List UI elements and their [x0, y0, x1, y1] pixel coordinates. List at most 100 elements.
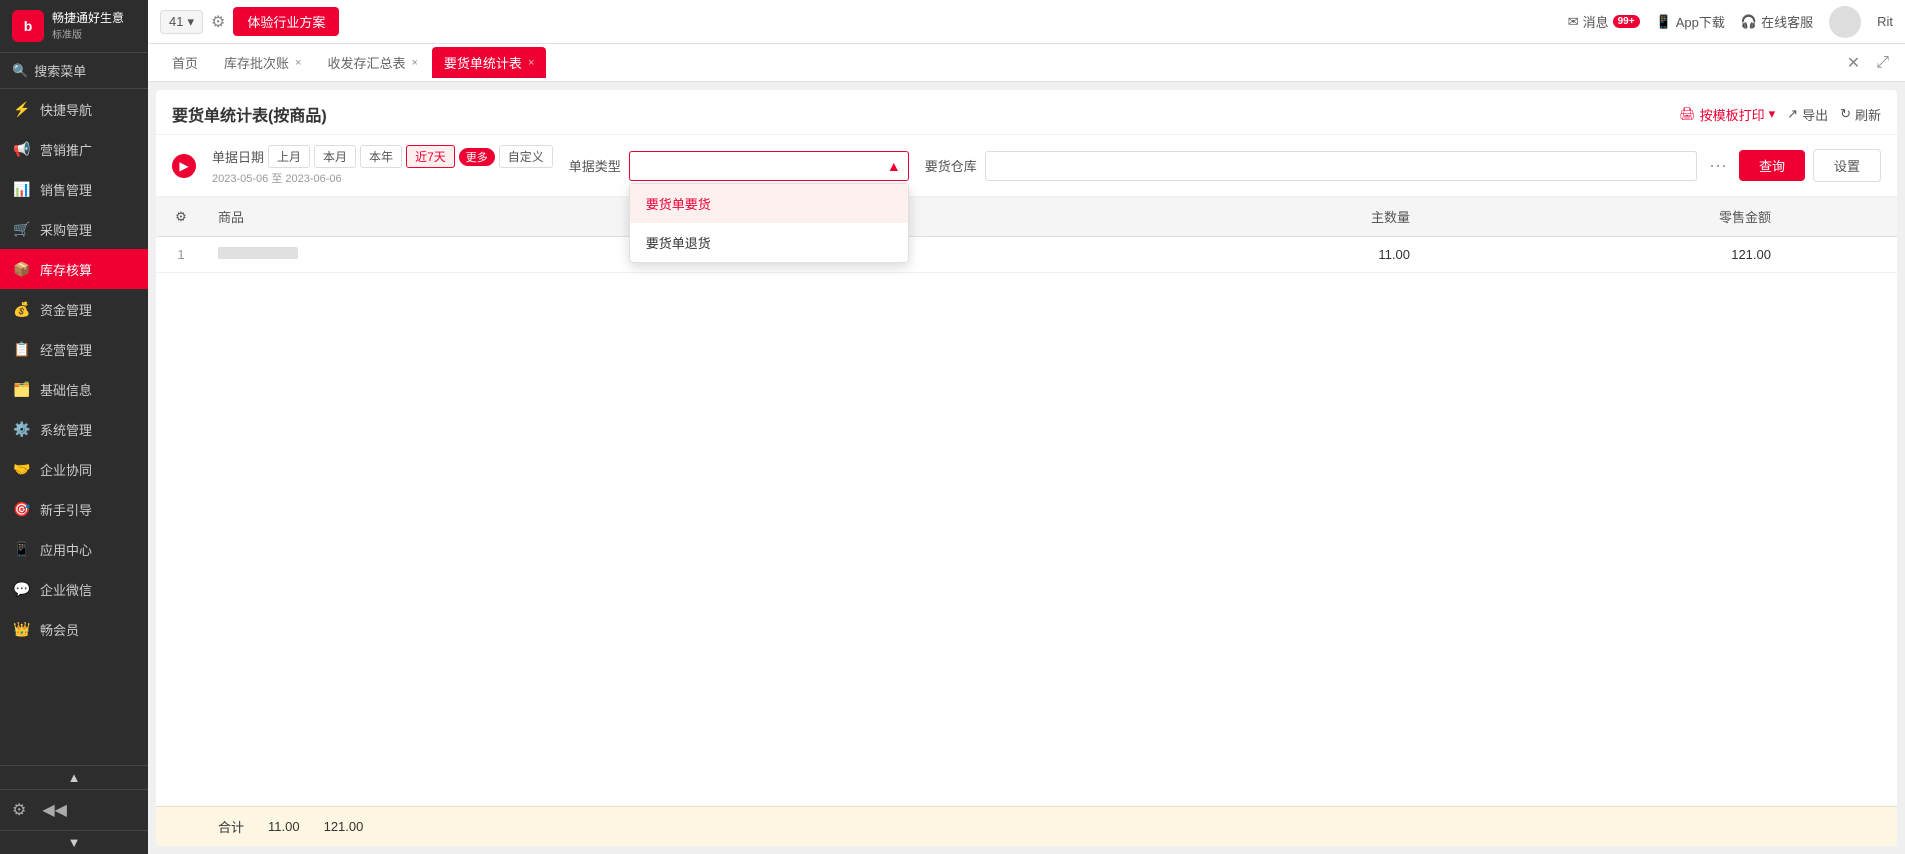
member-icon: 👑 [12, 619, 32, 639]
td-amount: 121.00 [1422, 237, 1783, 273]
app-logo: b 畅捷通好生意 标准版 [0, 0, 148, 53]
sidebar-item-label-wechat: 企业微信 [40, 580, 92, 599]
settings-icon[interactable]: ⚙ [12, 800, 26, 820]
tab-home[interactable]: 首页 [160, 47, 210, 78]
messages-button[interactable]: ✉ 消息 99+ [1568, 12, 1640, 31]
filter-date-group: 单据日期 上月 本月 本年 近7天 更多 自定义 2023-05-06 至 20… [212, 145, 553, 186]
tab-close-all-icon[interactable]: ✕ [1843, 51, 1864, 75]
operations-icon: 📋 [12, 339, 32, 359]
inventory-icon: 📦 [12, 259, 32, 279]
refresh-button[interactable]: ↻ 刷新 [1840, 105, 1881, 124]
export-button[interactable]: ↗ 导出 [1787, 105, 1828, 124]
username-label: Rit [1877, 14, 1893, 29]
tab-home-label: 首页 [172, 53, 198, 72]
sidebar-item-label-purchase: 采购管理 [40, 220, 92, 239]
sidebar-item-guide[interactable]: 🎯 新手引导 [0, 489, 148, 529]
sidebar-scroll-up[interactable]: ▲ [0, 765, 148, 789]
sidebar-item-label-marketing: 营销推广 [40, 140, 92, 159]
dropdown-item-order-return[interactable]: 要货单退货 [630, 223, 908, 262]
th-product: 商品 [206, 197, 700, 237]
sidebar-item-appstore[interactable]: 📱 应用中心 [0, 529, 148, 569]
date-range-display: 2023-05-06 至 2023-06-06 [212, 170, 553, 186]
filter-type-group: 单据类型 ▲ 要货单要货 要货单退货 [569, 151, 909, 181]
more-options-icon[interactable]: ··· [1705, 155, 1731, 176]
dropdown-arrow-icon: ▾ [187, 14, 194, 30]
sidebar-item-label-operations: 经营管理 [40, 340, 92, 359]
online-service-button[interactable]: 🎧 在线客服 [1741, 12, 1813, 31]
th-extra [1783, 197, 1897, 237]
base-icon: 🗂️ [12, 379, 32, 399]
sidebar-search[interactable]: 🔍 搜索菜单 [0, 53, 148, 89]
filter-expand-button[interactable]: ▶ [172, 154, 196, 178]
sidebar-item-operations[interactable]: 📋 经营管理 [0, 329, 148, 369]
tab-order-stats-label: 要货单统计表 [444, 53, 522, 72]
sidebar-item-label-finance: 资金管理 [40, 300, 92, 319]
type-select-input[interactable] [629, 151, 909, 181]
date-btn-this-year[interactable]: 本年 [360, 145, 402, 168]
user-avatar[interactable] [1829, 6, 1861, 38]
tab-order-stats-close-icon[interactable]: × [528, 57, 534, 69]
wechat-icon: 💬 [12, 579, 32, 599]
product-blurred [218, 247, 298, 259]
sidebar-item-marketing[interactable]: 📢 营销推广 [0, 129, 148, 169]
warehouse-input[interactable] [985, 151, 1697, 181]
tabbar-controls: ✕ ⤢ [1843, 51, 1893, 75]
sidebar-item-base[interactable]: 🗂️ 基础信息 [0, 369, 148, 409]
template-print-button[interactable]: 🖨 按模板打印 ▾ [1679, 105, 1775, 124]
date-more-badge[interactable]: 更多 [459, 148, 495, 166]
sidebar-item-member[interactable]: 👑 畅会员 [0, 609, 148, 649]
tab-batch-close-icon[interactable]: × [295, 57, 301, 69]
date-btn-last-month[interactable]: 上月 [268, 145, 310, 168]
td-extra [1783, 237, 1897, 273]
settings-button[interactable]: 设置 [1813, 149, 1881, 182]
store-name: 41 [169, 14, 183, 29]
date-btn-custom[interactable]: 自定义 [499, 145, 553, 168]
topbar-gear-icon[interactable]: ⚙ [211, 12, 225, 32]
tab-receipts-close-icon[interactable]: × [411, 57, 417, 69]
sidebar-item-quick-nav[interactable]: ⚡ 快捷导航 [0, 89, 148, 129]
sidebar-item-wechat[interactable]: 💬 企业微信 [0, 569, 148, 609]
sidebar-item-system[interactable]: ⚙️ 系统管理 [0, 409, 148, 449]
table-row: 1 块 11.00 121.00 [156, 237, 1897, 273]
sidebar-item-enterprise[interactable]: 🤝 企业协同 [0, 449, 148, 489]
print-icon: 🖨 [1679, 106, 1696, 122]
sidebar: b 畅捷通好生意 标准版 🔍 搜索菜单 ⚡ 快捷导航 📢 营销推广 📊 销售管理… [0, 0, 148, 854]
message-icon: ✉ [1568, 14, 1579, 30]
purchase-icon: 🛒 [12, 219, 32, 239]
content-header: 要货单统计表(按商品) 🖨 按模板打印 ▾ ↗ 导出 ↻ 刷新 [156, 90, 1897, 135]
table-settings-icon[interactable]: ⚙ [175, 209, 187, 224]
tab-order-stats[interactable]: 要货单统计表 × [432, 47, 546, 78]
sidebar-nav: ⚡ 快捷导航 📢 营销推广 📊 销售管理 🛒 采购管理 📦 库存核算 💰 资金管… [0, 89, 148, 765]
sidebar-item-inventory[interactable]: 📦 库存核算 [0, 249, 148, 289]
tab-receipts-label: 收发存汇总表 [327, 53, 405, 72]
table-body: 1 块 11.00 121.00 [156, 237, 1897, 273]
system-icon: ⚙️ [12, 419, 32, 439]
query-button[interactable]: 查询 [1739, 150, 1805, 181]
chevron-up-icon: ▲ [68, 770, 81, 785]
table-header-row: ⚙ 商品 主计量单位 主数量 零售金额 [156, 197, 1897, 237]
footer-total-label: 合计 [218, 817, 244, 836]
sidebar-item-purchase[interactable]: 🛒 采购管理 [0, 209, 148, 249]
sidebar-item-label-member: 畅会员 [40, 620, 79, 639]
sidebar-item-label-sales: 销售管理 [40, 180, 92, 199]
store-selector[interactable]: 41 ▾ [160, 10, 203, 34]
tab-maximize-icon[interactable]: ⤢ [1872, 52, 1893, 74]
table-footer: 合计 11.00 121.00 [156, 806, 1897, 846]
guide-icon: 🎯 [12, 499, 32, 519]
promo-button[interactable]: 体验行业方案 [233, 7, 339, 36]
app-download-button[interactable]: 📱 App下载 [1656, 12, 1725, 31]
collapse-icon[interactable]: ◀◀ [42, 800, 67, 820]
th-settings[interactable]: ⚙ [156, 197, 206, 237]
search-icon: 🔍 [12, 63, 28, 79]
sidebar-scroll-down[interactable]: ▼ [0, 830, 148, 854]
content-header-actions: 🖨 按模板打印 ▾ ↗ 导出 ↻ 刷新 [1679, 105, 1881, 124]
tab-receipts[interactable]: 收发存汇总表 × [315, 47, 429, 78]
dropdown-item-order-goods[interactable]: 要货单要货 [630, 184, 908, 223]
sidebar-item-finance[interactable]: 💰 资金管理 [0, 289, 148, 329]
filter-row: ▶ 单据日期 上月 本月 本年 近7天 更多 自定义 2023-05-06 至 … [156, 135, 1897, 197]
logo-text: 畅捷通好生意 [52, 11, 124, 27]
tab-batch[interactable]: 库存批次账 × [212, 47, 313, 78]
date-btn-7days[interactable]: 近7天 [406, 145, 455, 168]
sidebar-item-sales[interactable]: 📊 销售管理 [0, 169, 148, 209]
date-btn-this-month[interactable]: 本月 [314, 145, 356, 168]
